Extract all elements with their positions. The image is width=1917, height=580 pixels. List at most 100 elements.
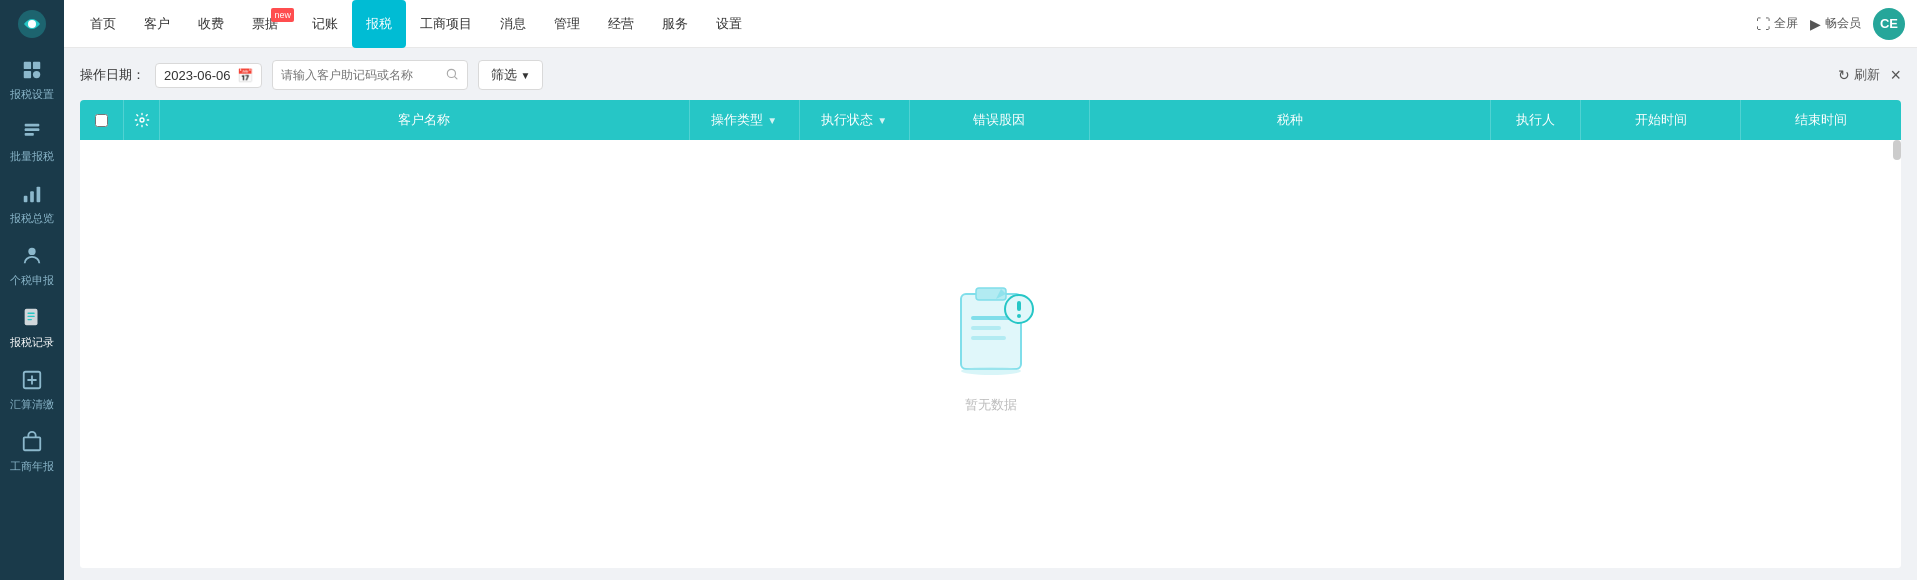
settlement-icon: [18, 366, 46, 394]
th-error: 错误股因: [910, 100, 1090, 140]
table-header: 客户名称 操作类型 ▼ 执行状态 ▼ 错误股因 税种 执行人: [80, 100, 1901, 140]
svg-rect-18: [24, 437, 41, 450]
nav-home[interactable]: 首页: [76, 0, 130, 48]
sidebar-item-tax-settings[interactable]: 报税设置: [0, 48, 64, 110]
sidebar-item-tax-overview[interactable]: 报税总览: [0, 172, 64, 234]
user-avatar[interactable]: CE: [1873, 8, 1905, 40]
svg-rect-11: [37, 187, 41, 203]
nav-accounts[interactable]: 记账: [298, 0, 352, 48]
calendar-icon: 📅: [237, 68, 253, 83]
personal-tax-icon: [18, 242, 46, 270]
nav-right: ⛶ 全屏 ▶ 畅会员 CE: [1756, 8, 1905, 40]
svg-rect-9: [24, 196, 28, 202]
svg-rect-25: [971, 336, 1006, 340]
svg-point-29: [961, 367, 1021, 375]
nav-billing[interactable]: 收费: [184, 0, 238, 48]
refresh-icon: ↻: [1838, 67, 1850, 83]
svg-rect-4: [24, 71, 31, 78]
sidebar-label-annual-report: 工商年报: [10, 459, 54, 474]
fullscreen-btn[interactable]: ⛶ 全屏: [1756, 15, 1798, 32]
scroll-indicator[interactable]: [1893, 140, 1901, 160]
sort-icon-type: ▼: [767, 115, 777, 126]
th-name: 客户名称: [160, 100, 690, 140]
search-input[interactable]: [281, 68, 441, 82]
svg-rect-14: [27, 313, 34, 314]
nav-business[interactable]: 工商项目: [406, 0, 486, 48]
sidebar: 报税设置 批量报税 报税总览 个税申报 报税记录 汇算清缴 工商: [0, 0, 64, 580]
table: 客户名称 操作类型 ▼ 执行状态 ▼ 错误股因 税种 执行人: [80, 100, 1901, 568]
date-picker[interactable]: 2023-06-06 📅: [155, 63, 262, 88]
member-btn[interactable]: ▶ 畅会员: [1810, 15, 1861, 32]
nav-messages[interactable]: 消息: [486, 0, 540, 48]
filter-btn[interactable]: 筛选 ▼: [478, 60, 544, 90]
table-body: 暂无数据: [80, 140, 1901, 568]
svg-rect-2: [24, 62, 31, 69]
svg-rect-24: [971, 326, 1001, 330]
search-icon: [445, 67, 459, 84]
nav-operation[interactable]: 经营: [594, 0, 648, 48]
svg-point-1: [28, 20, 36, 28]
sidebar-item-batch-tax[interactable]: 批量报税: [0, 110, 64, 172]
nav-settings[interactable]: 设置: [702, 0, 756, 48]
select-all-checkbox[interactable]: [95, 114, 108, 127]
svg-point-5: [33, 71, 40, 78]
sidebar-label-tax-overview: 报税总览: [10, 211, 54, 226]
svg-point-12: [28, 248, 35, 255]
new-badge: new: [271, 8, 294, 22]
search-wrap: [272, 60, 468, 90]
tax-record-icon: [18, 304, 46, 332]
nav-client[interactable]: 客户: [130, 0, 184, 48]
date-label: 操作日期：: [80, 66, 145, 84]
sidebar-item-annual-report[interactable]: 工商年报: [0, 420, 64, 482]
th-end-time: 结束时间: [1741, 100, 1901, 140]
th-executor: 执行人: [1491, 100, 1581, 140]
svg-rect-3: [33, 62, 40, 69]
sidebar-label-tax-record: 报税记录: [10, 335, 54, 350]
th-tax: 税种: [1090, 100, 1491, 140]
svg-point-20: [140, 118, 144, 122]
app-logo: [0, 0, 64, 48]
refresh-btn[interactable]: ↻ 刷新: [1838, 66, 1880, 84]
th-op-type[interactable]: 操作类型 ▼: [690, 100, 800, 140]
sidebar-label-personal-tax: 个税申报: [10, 273, 54, 288]
th-checkbox[interactable]: [80, 100, 124, 140]
svg-rect-28: [1017, 314, 1021, 318]
content-area: 操作日期： 2023-06-06 📅 筛选 ▼ ↻ 刷新 ×: [64, 48, 1917, 580]
svg-rect-23: [971, 316, 1011, 320]
nav-tax[interactable]: 报税: [352, 0, 406, 48]
nav-invoice[interactable]: 票据 new: [238, 0, 298, 48]
th-gear[interactable]: [124, 100, 160, 140]
svg-rect-13: [25, 309, 38, 326]
annual-report-icon: [18, 428, 46, 456]
chevron-down-icon: ▼: [521, 70, 531, 81]
close-btn[interactable]: ×: [1890, 66, 1901, 84]
svg-rect-6: [25, 124, 40, 127]
sidebar-item-personal-tax[interactable]: 个税申报: [0, 234, 64, 296]
sidebar-label-settlement: 汇算清缴: [10, 397, 54, 412]
svg-rect-27: [1017, 301, 1021, 311]
sidebar-label-batch-tax: 批量报税: [10, 149, 54, 164]
empty-text: 暂无数据: [965, 396, 1017, 414]
top-nav: 首页 客户 收费 票据 new 记账 报税 工商项目 消息 管理 经营: [64, 0, 1917, 48]
th-start-time: 开始时间: [1581, 100, 1741, 140]
th-status[interactable]: 执行状态 ▼: [800, 100, 910, 140]
svg-rect-16: [27, 319, 32, 320]
video-icon: ▶: [1810, 16, 1821, 32]
svg-rect-15: [27, 316, 34, 317]
tax-overview-icon: [18, 180, 46, 208]
batch-tax-icon: [18, 118, 46, 146]
svg-rect-10: [30, 191, 34, 202]
fullscreen-icon: ⛶: [1756, 16, 1770, 32]
empty-state: 暂无数据: [941, 274, 1041, 414]
sidebar-label-tax-settings: 报税设置: [10, 87, 54, 102]
sort-icon-status: ▼: [877, 115, 887, 126]
toolbar: 操作日期： 2023-06-06 📅 筛选 ▼ ↻ 刷新 ×: [80, 60, 1901, 90]
svg-rect-7: [25, 128, 40, 131]
nav-service[interactable]: 服务: [648, 0, 702, 48]
svg-rect-8: [25, 133, 34, 136]
sidebar-item-tax-record[interactable]: 报税记录: [0, 296, 64, 358]
tax-settings-icon: [18, 56, 46, 84]
nav-management[interactable]: 管理: [540, 0, 594, 48]
main-area: 首页 客户 收费 票据 new 记账 报税 工商项目 消息 管理 经营: [64, 0, 1917, 580]
sidebar-item-settlement[interactable]: 汇算清缴: [0, 358, 64, 420]
